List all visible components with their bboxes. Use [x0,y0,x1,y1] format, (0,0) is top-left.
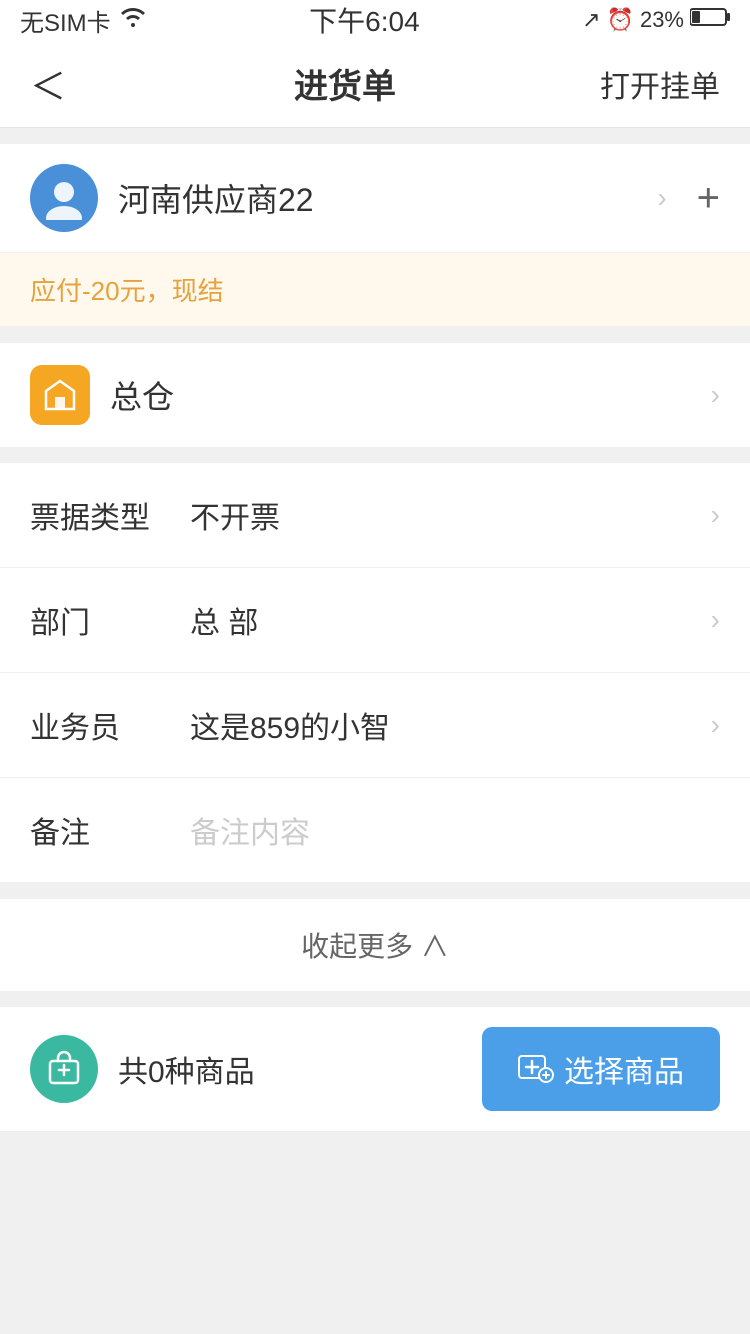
section-divider-1 [0,128,750,144]
collapse-row[interactable]: 收起更多 ∧ [0,898,750,991]
collapse-label: 收起更多 ∧ [301,931,449,962]
salesman-row[interactable]: 业务员 这是859的小智 › [0,673,750,778]
page-body: 河南供应商22 › + 应付-20元，现结 总仓 › 票据类型 不开票 › [0,128,750,1131]
warehouse-section: 总仓 › [0,342,750,447]
status-left: 无SIM卡 [20,3,147,38]
add-supplier-button[interactable]: + [697,176,720,221]
warehouse-row[interactable]: 总仓 › [0,342,750,447]
warehouse-name: 总仓 [110,372,711,418]
remark-row[interactable]: 备注 备注内容 [0,778,750,882]
invoice-type-row[interactable]: 票据类型 不开票 › [0,463,750,568]
invoice-type-chevron-icon: › [711,499,720,531]
battery-text: 23% [640,7,684,33]
nav-bar: ＜ 进货单 打开挂单 [0,40,750,128]
department-label: 部门 [30,598,170,642]
form-section: 票据类型 不开票 › 部门 总 部 › 业务员 这是859的小智 › 备注 备注… [0,463,750,882]
battery-icon [690,7,730,33]
status-bar: 无SIM卡 下午6:04 ↗ ⏰ 23% [0,0,750,40]
supplier-row[interactable]: 河南供应商22 › + [0,144,750,253]
bottom-bar: 共0种商品 选择商品 [0,1007,750,1131]
select-product-label: 选择商品 [564,1047,684,1091]
product-count: 共0种商品 [118,1047,462,1091]
department-value: 总 部 [170,598,711,642]
location-icon: ↗ [582,7,600,33]
supplier-chevron-icon: › [657,182,666,214]
warehouse-chevron-icon: › [711,379,720,411]
product-icon [30,1035,98,1103]
select-product-button[interactable]: 选择商品 [482,1027,720,1111]
notice-row: 应付-20元，现结 [0,253,750,326]
invoice-type-value: 不开票 [170,493,711,537]
salesman-label: 业务员 [30,703,170,747]
salesman-chevron-icon: › [711,709,720,741]
department-row[interactable]: 部门 总 部 › [0,568,750,673]
remark-placeholder: 备注内容 [170,808,720,852]
open-pending-button[interactable]: 打开挂单 [600,62,720,106]
section-divider-2 [0,326,750,342]
status-right: ↗ ⏰ 23% [582,7,730,33]
carrier-text: 无SIM卡 [20,3,111,38]
department-chevron-icon: › [711,604,720,636]
supplier-section: 河南供应商22 › + 应付-20元，现结 [0,144,750,326]
wifi-icon [119,6,147,34]
invoice-type-label: 票据类型 [30,493,170,537]
supplier-name: 河南供应商22 [118,175,657,221]
page-title: 进货单 [294,59,396,108]
warehouse-icon [30,365,90,425]
alarm-icon: ⏰ [607,7,634,33]
supplier-avatar [30,164,98,232]
back-button[interactable]: ＜ [30,58,90,110]
status-time: 下午6:04 [309,0,420,40]
notice-text: 应付-20元，现结 [30,276,224,306]
salesman-value: 这是859的小智 [170,703,711,747]
remark-label: 备注 [30,808,170,852]
